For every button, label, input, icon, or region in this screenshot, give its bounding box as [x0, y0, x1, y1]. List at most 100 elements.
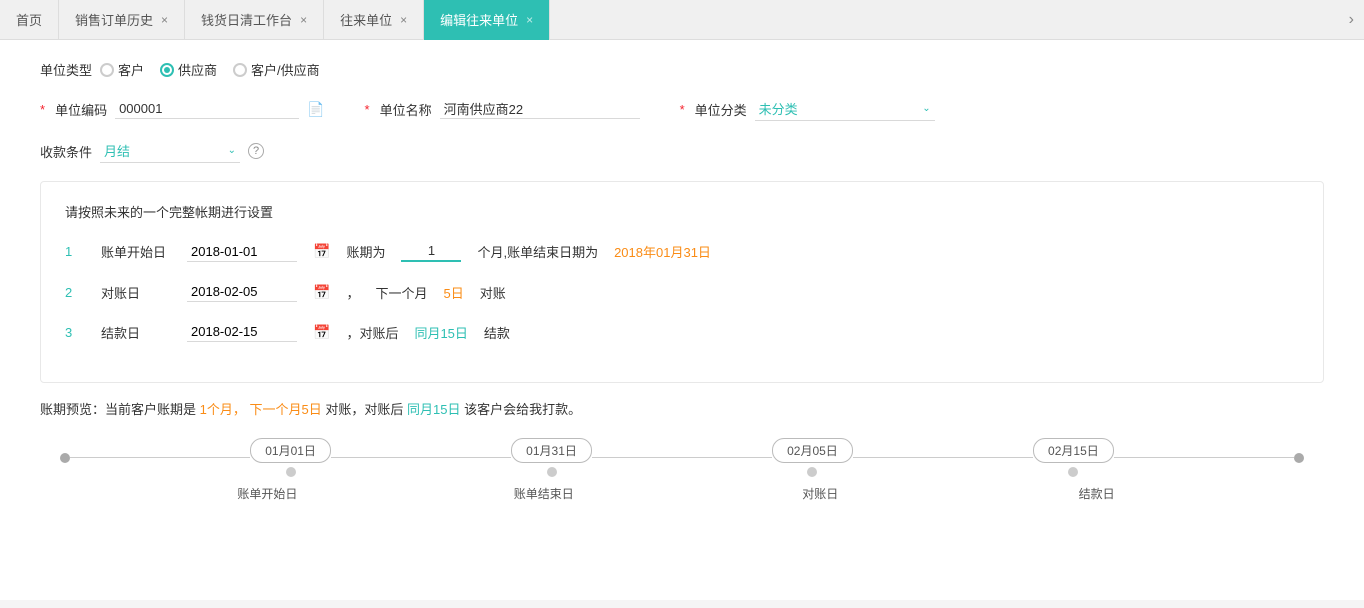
period-label-3: 结款日	[101, 323, 171, 342]
tl-seg-4	[1114, 457, 1294, 458]
period-row-1: 1 账单开始日 📅 账期为 个月,账单结束日期为 2018年01月31日	[65, 241, 1299, 262]
unit-code-label: 单位编码	[55, 100, 107, 119]
period-end-date: 2018年01月31日	[614, 242, 711, 261]
main-content: 单位类型 客户 供应商 客户/供应商 * 单位编码	[0, 40, 1364, 600]
period-text-3b: 结款	[484, 323, 510, 342]
help-icon[interactable]: ?	[248, 143, 264, 159]
payment-terms-select[interactable]: 月结 ⌄	[100, 139, 240, 163]
period-highlight-2: 5日	[443, 283, 463, 302]
tl-node-3: 02月05日	[772, 438, 853, 477]
tl-dot-1	[286, 467, 296, 477]
period-text-2c: 对账	[480, 283, 506, 302]
period-row-2: 2 对账日 📅 ， 下一个月 5日 对账	[65, 282, 1299, 302]
tl-chip-4: 02月15日	[1033, 438, 1114, 463]
close-icon[interactable]: ×	[300, 13, 307, 27]
chevron-down-icon: ⌄	[922, 103, 930, 114]
payment-terms-group: 收款条件 月结 ⌄ ?	[40, 139, 264, 163]
period-highlight-3: 同月15日	[414, 323, 467, 342]
period-text-1b: 个月,账单结束日期为	[477, 242, 598, 261]
unit-category-select[interactable]: 未分类 ⌄	[755, 97, 935, 121]
radio-customer[interactable]: 客户	[100, 60, 144, 79]
preview-suffix: 该客户会给我打款。	[464, 402, 581, 417]
preview-part1: 1个月，	[200, 402, 246, 417]
tl-node-4: 02月15日	[1033, 438, 1114, 477]
close-icon[interactable]: ×	[526, 13, 533, 27]
period-text-2a: ，	[346, 283, 359, 302]
unit-category-value: 未分类	[759, 99, 915, 118]
chevron-down-icon: ⌄	[228, 145, 236, 156]
tl-dot-2	[547, 467, 557, 477]
tl-label-2: 账单结束日	[475, 485, 613, 502]
period-row-3: 3 结款日 📅 ，对账后 同月15日 结款	[65, 322, 1299, 342]
close-icon[interactable]: ×	[400, 13, 407, 27]
tab-home[interactable]: 首页	[0, 0, 59, 40]
calendar-icon-3[interactable]: 📅	[313, 324, 330, 341]
unit-category-label: 单位分类	[695, 100, 747, 119]
tl-chip-2: 01月31日	[511, 438, 592, 463]
start-date-input[interactable]	[187, 242, 297, 262]
payment-terms-row: 收款条件 月结 ⌄ ?	[40, 139, 1324, 163]
unit-code-input[interactable]	[115, 99, 299, 119]
tl-node-2: 01月31日	[511, 438, 592, 477]
tab-bar: 首页 销售订单历史 × 钱货日清工作台 × 往来单位 × 编辑往来单位 × ›	[0, 0, 1364, 40]
period-num-2: 2	[65, 285, 85, 300]
payment-terms-value: 月结	[104, 141, 220, 160]
tl-labels-row: 账单开始日 账单结束日 对账日 结款日	[60, 485, 1304, 502]
tl-label-spacer-1	[336, 485, 474, 502]
preview-part2: 下一个月5日	[250, 402, 322, 417]
calendar-icon-2[interactable]: 📅	[313, 284, 330, 301]
tl-label-spacer-start	[60, 485, 198, 502]
unit-type-radio-group: 客户 供应商 客户/供应商	[100, 60, 320, 79]
preview-part3: 同月15日	[407, 402, 460, 417]
tab-partner[interactable]: 往来单位 ×	[324, 0, 424, 40]
unit-category-group: * 单位分类 未分类 ⌄	[680, 97, 935, 121]
tl-label-4: 结款日	[1028, 485, 1166, 502]
radio-supplier[interactable]: 供应商	[160, 60, 217, 79]
unit-name-input[interactable]	[440, 99, 640, 119]
unit-type-label: 单位类型	[40, 60, 92, 79]
radio-customer-supplier-label: 客户/供应商	[251, 60, 320, 79]
period-box: 请按照未来的一个完整帐期进行设置 1 账单开始日 📅 账期为 个月,账单结束日期…	[40, 181, 1324, 383]
period-label-1: 账单开始日	[101, 242, 171, 261]
unit-info-row: * 单位编码 📄 * 单位名称 * 单位分类 未分类 ⌄	[40, 97, 1324, 121]
tab-partner-label: 往来单位	[340, 10, 392, 29]
tl-end-dot	[1294, 453, 1304, 463]
radio-supplier-label: 供应商	[178, 60, 217, 79]
reconcile-date-input[interactable]	[187, 282, 297, 302]
payment-date-input[interactable]	[187, 322, 297, 342]
radio-customer-label: 客户	[118, 60, 144, 79]
calendar-icon-1[interactable]: 📅	[313, 243, 330, 260]
unit-type-row: 单位类型 客户 供应商 客户/供应商	[40, 60, 1324, 79]
unit-code-group: * 单位编码 📄	[40, 99, 325, 119]
tab-cash-work-label: 钱货日清工作台	[201, 10, 292, 29]
tab-edit-partner-label: 编辑往来单位	[440, 10, 518, 29]
radio-customer-supplier[interactable]: 客户/供应商	[233, 60, 320, 79]
period-months-input[interactable]	[401, 241, 461, 262]
period-text-1a: 账期为	[346, 242, 385, 261]
unit-name-group: * 单位名称	[365, 99, 640, 119]
close-icon[interactable]: ×	[161, 13, 168, 27]
unit-category-star: *	[680, 102, 685, 117]
unit-type-group: 单位类型 客户 供应商 客户/供应商	[40, 60, 320, 79]
tab-more-button[interactable]: ›	[1339, 11, 1364, 29]
period-label-2: 对账日	[101, 283, 171, 302]
tl-seg-1	[331, 457, 511, 458]
copy-icon[interactable]: 📄	[307, 101, 324, 118]
tl-chip-3: 02月05日	[772, 438, 853, 463]
radio-customer-supplier-circle	[233, 63, 247, 77]
tl-label-spacer-3	[889, 485, 1027, 502]
radio-customer-circle	[100, 63, 114, 77]
tl-dot-4	[1068, 467, 1078, 477]
tab-edit-partner[interactable]: 编辑往来单位 ×	[424, 0, 550, 40]
tl-label-3: 对账日	[751, 485, 889, 502]
tl-seg-3	[853, 457, 1033, 458]
period-num-1: 1	[65, 244, 85, 259]
tab-cash-work[interactable]: 钱货日清工作台 ×	[185, 0, 324, 40]
tab-sales-history[interactable]: 销售订单历史 ×	[59, 0, 185, 40]
unit-code-star: *	[40, 102, 45, 117]
period-text-2b: 下一个月	[375, 283, 427, 302]
tl-dot-3	[807, 467, 817, 477]
tl-label-1: 账单开始日	[198, 485, 336, 502]
preview-mid: 对账，对账后	[325, 402, 403, 417]
unit-name-label: 单位名称	[380, 100, 432, 119]
